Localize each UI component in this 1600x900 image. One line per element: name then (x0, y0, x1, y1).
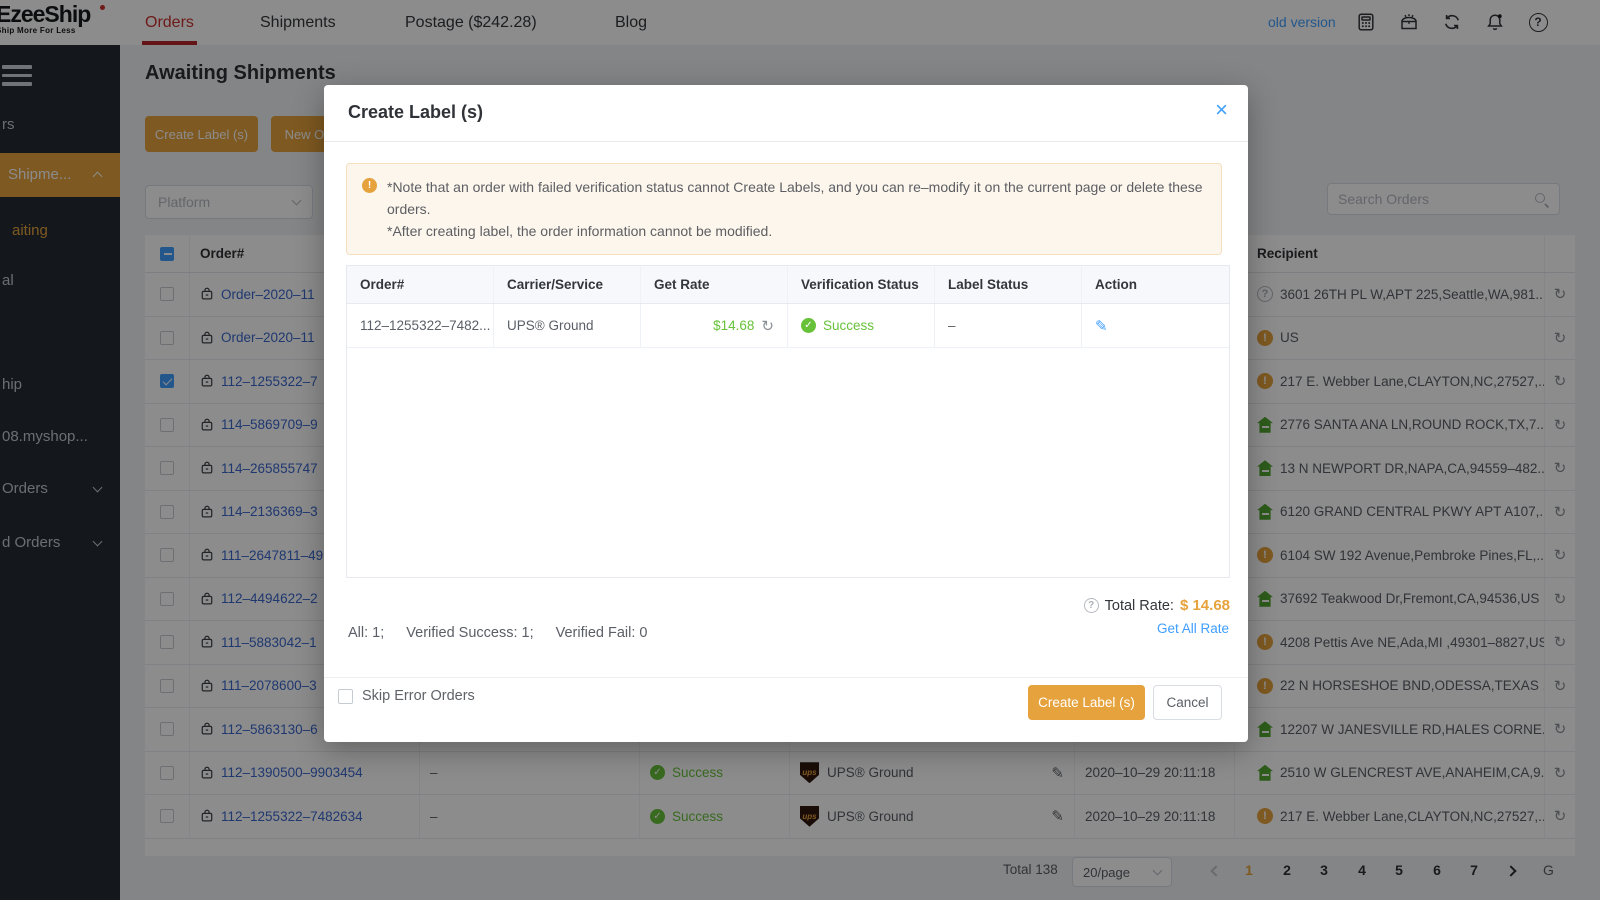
summary-fail: Verified Fail: 0 (555, 625, 648, 641)
total-rate: Total Rate: $ 14.68 (1083, 597, 1230, 614)
note-line-1: *Note that an order with failed verifica… (387, 179, 1203, 217)
cancel-button[interactable]: Cancel (1153, 685, 1222, 720)
success-icon (801, 318, 816, 333)
total-rate-value: $ 14.68 (1179, 597, 1230, 614)
create-label-modal: Create Label (s) *Note that an order wit… (324, 85, 1248, 742)
modal-table-header: Order# Carrier/Service Get Rate Verifica… (347, 266, 1229, 304)
verification-summary: All: 1; Verified Success: 1; Verified Fa… (348, 625, 648, 641)
close-icon[interactable] (1215, 97, 1228, 123)
warning-icon (362, 178, 377, 193)
get-all-rate-link[interactable]: Get All Rate (1157, 621, 1229, 636)
warning-note: *Note that an order with failed verifica… (346, 163, 1222, 255)
create-label-button[interactable]: Create Label (s) (1028, 685, 1145, 720)
skip-error-orders[interactable]: Skip Error Orders (338, 688, 475, 704)
modal-header-divider (324, 141, 1248, 142)
col-carrier: Carrier/Service (494, 266, 641, 303)
modal-table-row: 112–1255322–7482... UPS® Ground $14.68 S… (347, 304, 1229, 348)
summary-all: All: 1; (348, 625, 385, 641)
edit-icon[interactable] (1095, 317, 1108, 335)
modal-order-number: 112–1255322–7482... (347, 304, 494, 347)
skip-error-checkbox[interactable] (338, 688, 353, 704)
col-verification: Verification Status (788, 266, 935, 303)
col-order: Order# (347, 266, 494, 303)
refresh-rate-icon[interactable] (761, 317, 774, 335)
summary-success: Verified Success: 1; (406, 625, 534, 641)
rate-value: $14.68 (713, 318, 755, 333)
modal-rate-table: Order# Carrier/Service Get Rate Verifica… (346, 265, 1230, 578)
col-action: Action (1095, 277, 1137, 292)
skip-error-label: Skip Error Orders (362, 688, 475, 704)
modal-title: Create Label (s) (348, 102, 484, 122)
modal-footer-divider (324, 677, 1248, 678)
col-label-status: Label Status (935, 266, 1082, 303)
modal-verification-status: Success (823, 318, 875, 333)
modal-carrier-service: UPS® Ground (494, 304, 641, 347)
modal-label-status: – (935, 304, 1082, 347)
note-line-2: *After creating label, the order informa… (387, 223, 773, 239)
app-root: EzeeShip Ship More For Less Orders Shipm… (0, 0, 1600, 900)
total-rate-label: Total Rate: (1104, 597, 1174, 614)
col-get-rate: Get Rate (641, 266, 788, 303)
help-circle-icon[interactable] (1083, 598, 1099, 613)
